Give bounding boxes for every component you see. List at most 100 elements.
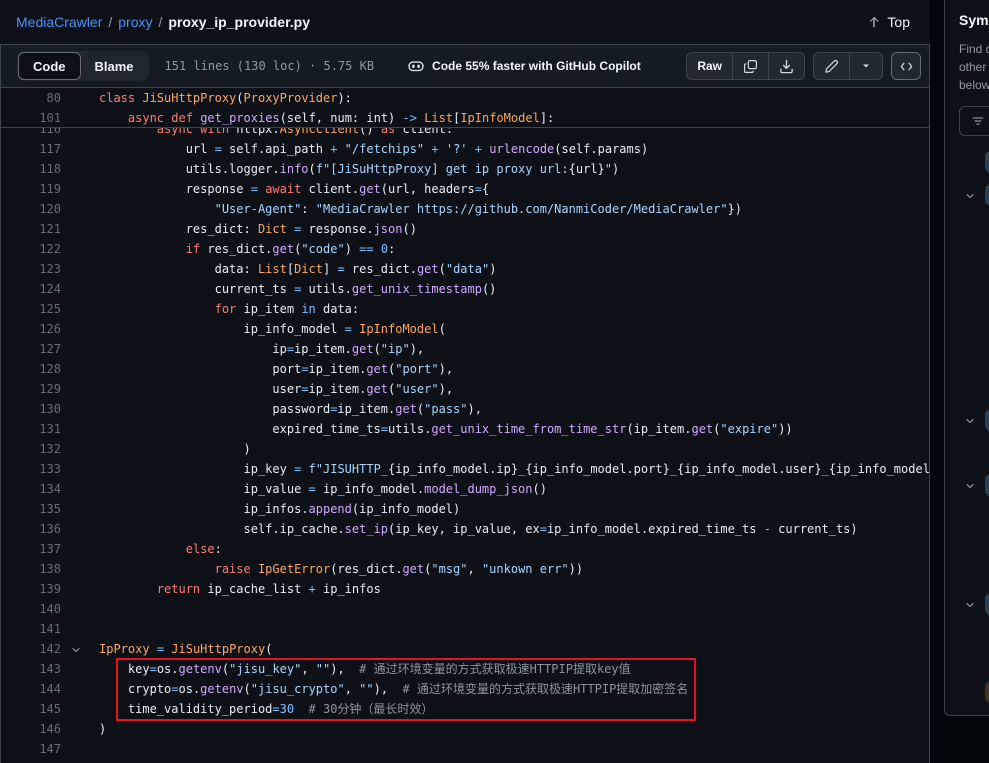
gutter [61,279,99,299]
line-number[interactable]: 125 [1,299,61,319]
code-line: 137 else: [1,539,929,559]
code-text: ip_value = ip_info_model.model_dump_json… [99,479,929,499]
line-number[interactable]: 133 [1,459,61,479]
chevron-down-icon[interactable] [964,479,976,491]
code-text [99,619,929,639]
symbol-item[interactable] [985,151,989,173]
breadcrumb-separator: / [108,14,112,30]
gutter [61,299,99,319]
code-line: 129 user=ip_item.get("user"), [1,379,929,399]
line-number[interactable]: 140 [1,599,61,619]
chevron-down-icon[interactable] [964,414,976,426]
code-line: 133 ip_key = f"JISUHTTP_{ip_info_model.i… [1,459,929,479]
line-number[interactable]: 118 [1,159,61,179]
line-number[interactable]: 141 [1,619,61,639]
code-text: utils.logger.info(f"[JiSuHttpProxy] get … [99,159,929,179]
download-button[interactable] [768,53,804,79]
line-number[interactable]: 131 [1,419,61,439]
code-text: current_ts = utils.get_unix_timestamp() [99,279,929,299]
line-number[interactable]: 129 [1,379,61,399]
tab-blame[interactable]: Blame [81,52,148,80]
line-number[interactable]: 130 [1,399,61,419]
gutter [61,639,99,659]
code-text: res_dict: Dict = response.json() [99,219,929,239]
line-number[interactable]: 144 [1,679,61,699]
copy-button[interactable] [732,53,768,79]
symbol-item[interactable] [985,409,989,431]
tab-code[interactable]: Code [18,52,81,80]
code-line: 144 crypto=os.getenv("jisu_crypto", ""),… [1,679,929,699]
symbol-item[interactable] [985,593,989,615]
line-number[interactable]: 147 [1,739,61,759]
line-number[interactable]: 121 [1,219,61,239]
line-number[interactable]: 120 [1,199,61,219]
line-number[interactable]: 122 [1,239,61,259]
code-text: ip_infos.append(ip_info_model) [99,499,929,519]
symbols-panel-description: Find definitions and references for func… [959,40,989,94]
line-number[interactable]: 128 [1,359,61,379]
line-number[interactable]: 139 [1,579,61,599]
code-line: 118 utils.logger.info(f"[JiSuHttpProxy] … [1,159,929,179]
code-text [99,599,929,619]
gutter [61,419,99,439]
line-number[interactable]: 80 [1,88,61,108]
line-number[interactable]: 136 [1,519,61,539]
symbol-item[interactable] [985,184,989,206]
line-number[interactable]: 142 [1,639,61,659]
symbols-filter-input[interactable] [959,106,989,136]
breadcrumb-repo-link[interactable]: MediaCrawler [16,14,102,30]
chevron-down-icon [860,60,872,72]
symbols-panel-title: Symbols [959,12,989,28]
code-text: IpProxy = JiSuHttpProxy( [99,639,929,659]
code-text: async def get_proxies(self, num: int) ->… [99,108,929,128]
line-number[interactable]: 143 [1,659,61,679]
gutter [61,179,99,199]
line-number[interactable]: 145 [1,699,61,719]
symbol-item[interactable] [985,474,989,496]
line-number[interactable]: 135 [1,499,61,519]
line-number[interactable]: 132 [1,439,61,459]
code-blame-switch: Code Blame [17,51,149,81]
gutter [61,339,99,359]
file-toolbar: Code Blame 151 lines (130 loc) · 5.75 KB… [0,44,930,88]
edit-dropdown-button[interactable] [849,53,882,79]
line-number[interactable]: 117 [1,139,61,159]
line-number[interactable]: 137 [1,539,61,559]
code-line: 101 async def get_proxies(self, num: int… [1,108,929,128]
code-text: expired_time_ts=utils.get_unix_time_from… [99,419,929,439]
code-text: user=ip_item.get("user"), [99,379,929,399]
code-text: for ip_item in data: [99,299,929,319]
gutter [61,599,99,619]
copilot-icon [408,58,424,74]
code-line: 123 data: List[Dict] = res_dict.get("dat… [1,259,929,279]
toolbar-actions: Raw [686,52,921,80]
edit-button[interactable] [814,53,849,79]
arrow-up-icon [867,15,881,29]
back-to-top-button[interactable]: Top [859,10,918,34]
line-number[interactable]: 127 [1,339,61,359]
raw-button[interactable]: Raw [687,53,732,79]
line-number[interactable]: 134 [1,479,61,499]
line-number[interactable]: 119 [1,179,61,199]
line-number[interactable]: 126 [1,319,61,339]
collapse-chevron-icon[interactable] [70,644,82,656]
line-number[interactable]: 146 [1,719,61,739]
gutter [61,108,99,128]
chevron-down-icon[interactable] [964,189,976,201]
top-button-label: Top [887,14,910,30]
breadcrumb-folder-link[interactable]: proxy [118,14,152,30]
code-text: "User-Agent": "MediaCrawler https://gith… [99,199,929,219]
sticky-scope-lines: 80class JiSuHttpProxy(ProxyProvider):101… [1,88,929,128]
code-line: 138 raise IpGetError(res_dict.get("msg",… [1,559,929,579]
code-line: 124 current_ts = utils.get_unix_timestam… [1,279,929,299]
code-line: 142 IpProxy = JiSuHttpProxy( [1,639,929,659]
line-number[interactable]: 101 [1,108,61,128]
pencil-icon [824,59,839,74]
symbol-item[interactable] [985,681,989,703]
symbols-toggle-button[interactable] [891,52,921,80]
code-line: 139 return ip_cache_list + ip_infos [1,579,929,599]
line-number[interactable]: 138 [1,559,61,579]
line-number[interactable]: 124 [1,279,61,299]
line-number[interactable]: 123 [1,259,61,279]
chevron-down-icon[interactable] [964,598,976,610]
